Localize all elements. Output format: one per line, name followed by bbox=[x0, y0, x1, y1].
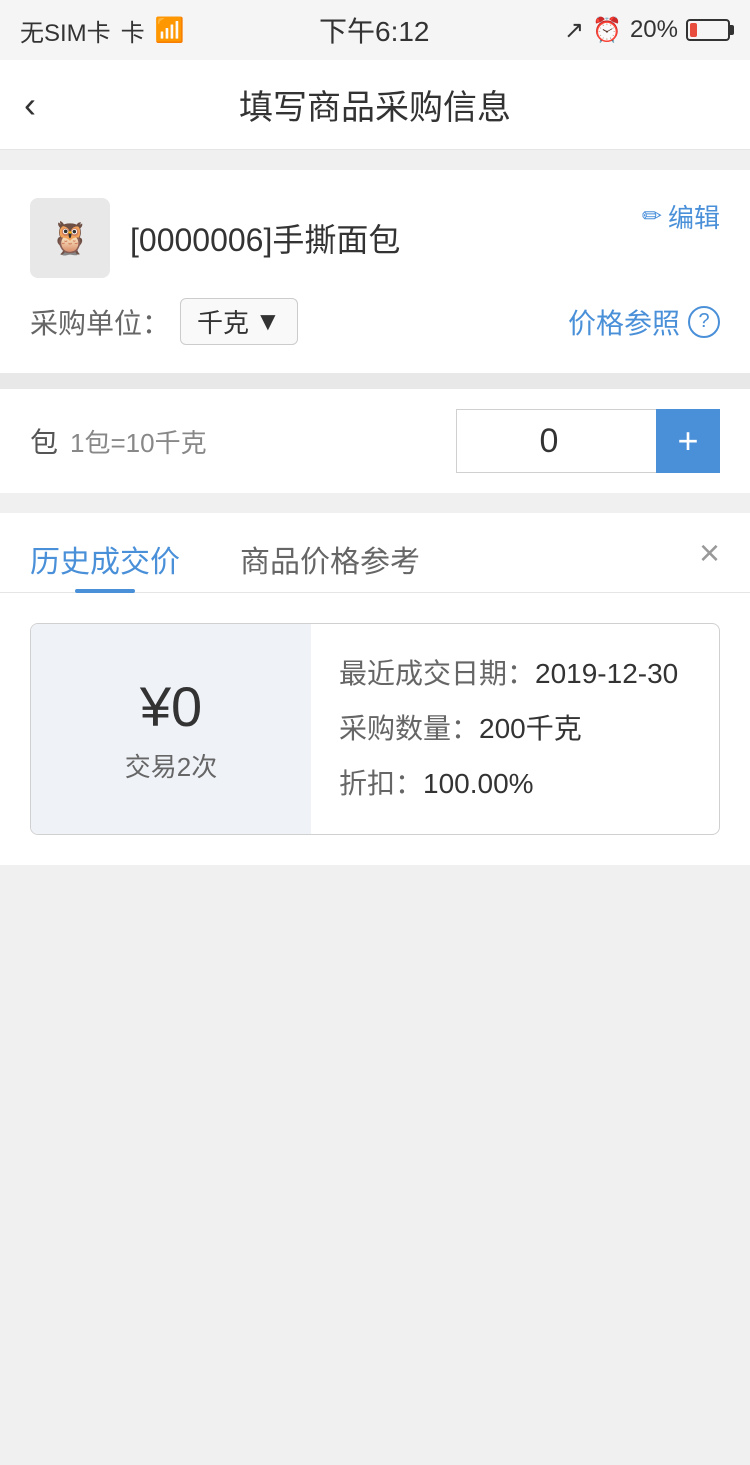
product-section: 🦉 [0000006]手撕面包 ✏ 编辑 采购单位： 千克 ▼ 价格参照 ? bbox=[0, 170, 750, 373]
quantity-input-group: + bbox=[456, 409, 720, 473]
bottom-empty-area bbox=[0, 865, 750, 1465]
unit-select-dropdown[interactable]: 千克 ▼ bbox=[180, 298, 298, 345]
edit-button[interactable]: ✏ 编辑 bbox=[642, 198, 720, 235]
history-card-right: 最近成交日期：2019-12-30 采购数量：200千克 折扣：100.00% bbox=[311, 624, 719, 834]
product-title: 手撕面包 bbox=[272, 222, 400, 258]
purchase-qty-label: 采购数量： bbox=[339, 713, 479, 744]
tab-history-price[interactable]: 历史成交价 bbox=[30, 513, 180, 593]
product-meta: 采购单位： 千克 ▼ 价格参照 ? bbox=[30, 298, 720, 345]
edit-label: 编辑 bbox=[668, 198, 720, 235]
product-name: [0000006]手撕面包 bbox=[130, 215, 400, 261]
page-title: 填写商品采购信息 bbox=[239, 80, 511, 129]
unit-value: 千克 bbox=[197, 303, 249, 340]
unit-label: 采购单位： 千克 ▼ bbox=[30, 298, 298, 345]
wifi-icon: 📶 bbox=[155, 16, 185, 45]
dropdown-arrow-icon: ▼ bbox=[255, 306, 281, 337]
tabs-section: 历史成交价 商品价格参考 × ¥0 交易2次 最近成交日期：2019-12-30… bbox=[0, 513, 750, 865]
battery-fill bbox=[690, 23, 697, 37]
price-reference-button[interactable]: 价格参照 ? bbox=[568, 302, 720, 342]
quantity-plus-button[interactable]: + bbox=[656, 409, 720, 473]
back-button[interactable]: ‹ bbox=[24, 84, 36, 126]
status-time: 下午6:12 bbox=[319, 10, 430, 50]
recent-date-value: 2019-12-30 bbox=[535, 658, 678, 689]
tab-price-ref-label: 商品价格参考 bbox=[240, 537, 420, 581]
price-ref-help-icon: ? bbox=[688, 306, 720, 338]
product-thumbnail: 🦉 bbox=[30, 198, 110, 278]
status-right: ↗ ⏰ 20% bbox=[564, 16, 730, 45]
discount-label: 折扣： bbox=[339, 768, 423, 799]
tab-history-label: 历史成交价 bbox=[30, 537, 180, 581]
product-logo: 🦉 bbox=[50, 219, 90, 257]
price-ref-label: 价格参照 bbox=[568, 302, 680, 342]
history-card: ¥0 交易2次 最近成交日期：2019-12-30 采购数量：200千克 折扣：… bbox=[30, 623, 720, 835]
sim-card-icon: 卡 bbox=[121, 13, 145, 48]
purchase-qty-row: 采购数量：200千克 bbox=[339, 709, 691, 748]
recent-date-row: 最近成交日期：2019-12-30 bbox=[339, 654, 691, 693]
alarm-icon: ⏰ bbox=[592, 16, 622, 45]
location-icon: ↗ bbox=[564, 16, 584, 45]
history-card-left: ¥0 交易2次 bbox=[31, 624, 311, 834]
status-bar: 无SIM卡 卡 📶 下午6:12 ↗ ⏰ 20% bbox=[0, 0, 750, 60]
quantity-row: 包 1包=10千克 + bbox=[0, 389, 750, 493]
quantity-input[interactable] bbox=[456, 409, 656, 473]
tabs-header: 历史成交价 商品价格参考 × bbox=[0, 513, 750, 593]
price-value: 0 bbox=[171, 675, 202, 738]
unit-label-text: 采购单位： bbox=[30, 302, 170, 342]
package-icon: 包 bbox=[30, 421, 58, 461]
package-conversion: 1包=10千克 bbox=[70, 423, 207, 460]
purchase-qty-value: 200千克 bbox=[479, 713, 582, 744]
section-divider bbox=[0, 373, 750, 389]
tab-product-price-ref[interactable]: 商品价格参考 bbox=[240, 513, 420, 593]
tabs-list: 历史成交价 商品价格参考 bbox=[30, 513, 420, 593]
product-id: [0000006] bbox=[130, 222, 272, 258]
nav-bar: ‹ 填写商品采购信息 bbox=[0, 60, 750, 150]
battery-icon bbox=[686, 19, 730, 41]
battery-percent: 20% bbox=[630, 16, 678, 44]
status-left: 无SIM卡 卡 📶 bbox=[20, 13, 185, 48]
recent-date-label: 最近成交日期： bbox=[339, 658, 535, 689]
product-header: 🦉 [0000006]手撕面包 ✏ 编辑 bbox=[30, 198, 720, 278]
edit-icon: ✏ bbox=[642, 202, 662, 231]
carrier-text: 无SIM卡 bbox=[20, 13, 111, 48]
history-content: ¥0 交易2次 最近成交日期：2019-12-30 采购数量：200千克 折扣：… bbox=[0, 593, 750, 865]
discount-row: 折扣：100.00% bbox=[339, 764, 691, 803]
tab-close-button[interactable]: × bbox=[699, 535, 720, 571]
history-price: ¥0 bbox=[140, 674, 202, 739]
history-trades-count: 交易2次 bbox=[125, 747, 217, 784]
discount-value: 100.00% bbox=[423, 768, 534, 799]
currency-symbol: ¥ bbox=[140, 675, 171, 738]
product-left: 🦉 [0000006]手撕面包 bbox=[30, 198, 400, 278]
quantity-label: 包 1包=10千克 bbox=[30, 421, 207, 461]
